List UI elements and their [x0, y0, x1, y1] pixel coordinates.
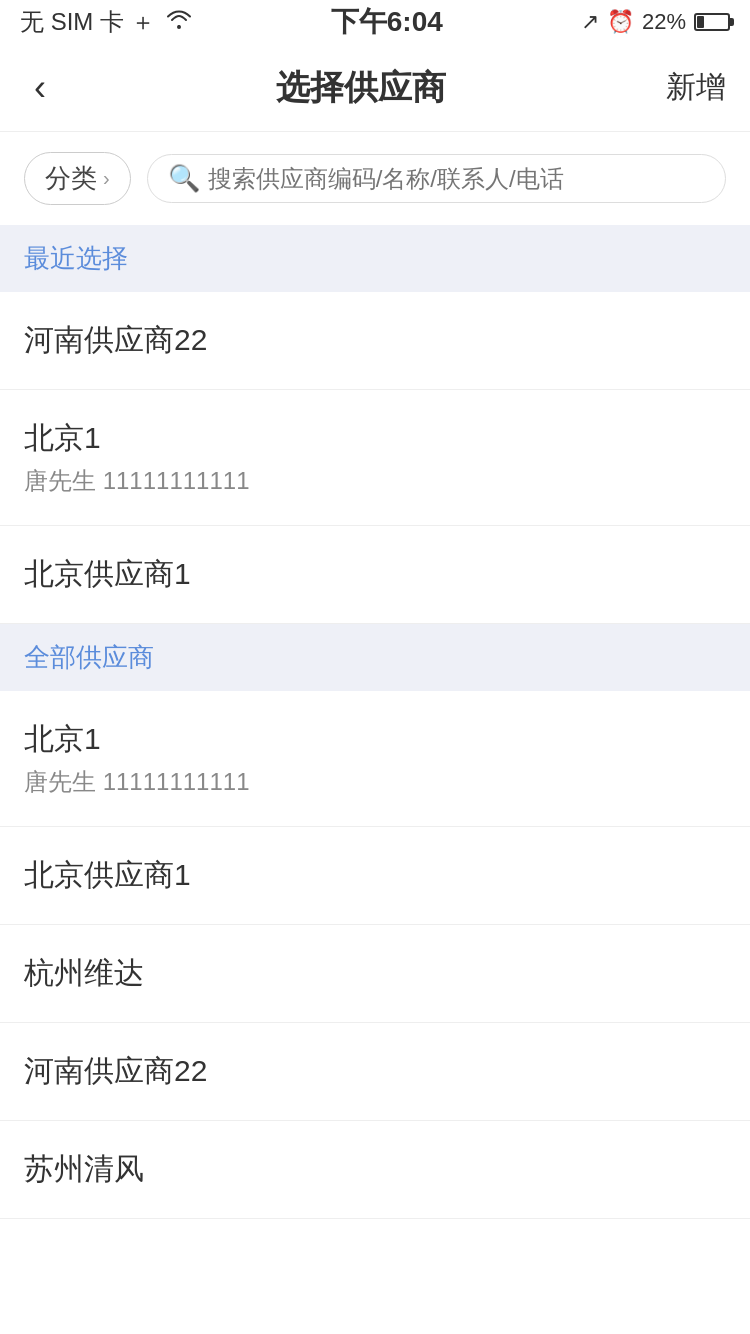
search-box: 🔍 — [147, 154, 726, 203]
list-item[interactable]: 河南供应商22 — [0, 1023, 750, 1121]
chevron-right-icon: › — [103, 167, 110, 190]
item-name: 杭州维达 — [24, 953, 726, 994]
item-sub: 唐先生 11111111111 — [24, 766, 726, 798]
all-section-label: 全部供应商 — [24, 642, 154, 672]
list-item[interactable]: 河南供应商22 — [0, 292, 750, 390]
search-input[interactable] — [208, 165, 705, 193]
category-label: 分类 — [45, 161, 97, 196]
list-item[interactable]: 北京1 唐先生 11111111111 — [0, 691, 750, 827]
status-time: 下午6:04 — [331, 3, 443, 41]
all-list: 北京1 唐先生 11111111111 北京供应商1 杭州维达河南供应商22 苏州清风 — [0, 691, 750, 1219]
item-name: 苏州清风 — [24, 1149, 726, 1190]
item-name: 河南供应商22 — [24, 320, 726, 361]
all-section-header: 全部供应商 — [0, 624, 750, 691]
item-name: 北京供应商1 — [24, 855, 726, 896]
back-button[interactable]: ‹ — [24, 57, 56, 119]
category-button[interactable]: 分类 › — [24, 152, 131, 205]
list-item[interactable]: 杭州维达 — [0, 925, 750, 1023]
battery-icon — [694, 13, 730, 31]
status-right: ↗ ⏰ 22% — [581, 9, 730, 35]
status-left: 无 SIM 卡 ＋ — [20, 6, 193, 38]
battery-percent: 22% — [642, 9, 686, 35]
filter-bar: 分类 › 🔍 — [0, 132, 750, 225]
svg-point-0 — [177, 25, 181, 29]
list-item[interactable]: 北京供应商1 — [0, 827, 750, 925]
list-item[interactable]: 北京供应商1 — [0, 526, 750, 624]
search-icon: 🔍 — [168, 163, 200, 194]
wifi-icon — [165, 8, 193, 36]
sim-label: 无 SIM 卡 ＋ — [20, 6, 155, 38]
item-name: 北京供应商1 — [24, 554, 726, 595]
list-item[interactable]: 北京1 唐先生 11111111111 — [0, 390, 750, 526]
item-name: 北京1 — [24, 719, 726, 760]
add-button[interactable]: 新增 — [666, 67, 726, 108]
status-bar: 无 SIM 卡 ＋ 下午6:04 ↗ ⏰ 22% — [0, 0, 750, 44]
list-item[interactable]: 苏州清风 — [0, 1121, 750, 1219]
page-title: 选择供应商 — [276, 65, 446, 111]
nav-bar: ‹ 选择供应商 新增 — [0, 44, 750, 132]
alarm-icon: ⏰ — [607, 9, 634, 35]
recent-section-label: 最近选择 — [24, 243, 128, 273]
item-sub: 唐先生 11111111111 — [24, 465, 726, 497]
recent-list: 河南供应商22 北京1 唐先生 11111111111 北京供应商1 — [0, 292, 750, 624]
location-icon: ↗ — [581, 9, 599, 35]
item-name: 北京1 — [24, 418, 726, 459]
item-name: 河南供应商22 — [24, 1051, 726, 1092]
recent-section-header: 最近选择 — [0, 225, 750, 292]
